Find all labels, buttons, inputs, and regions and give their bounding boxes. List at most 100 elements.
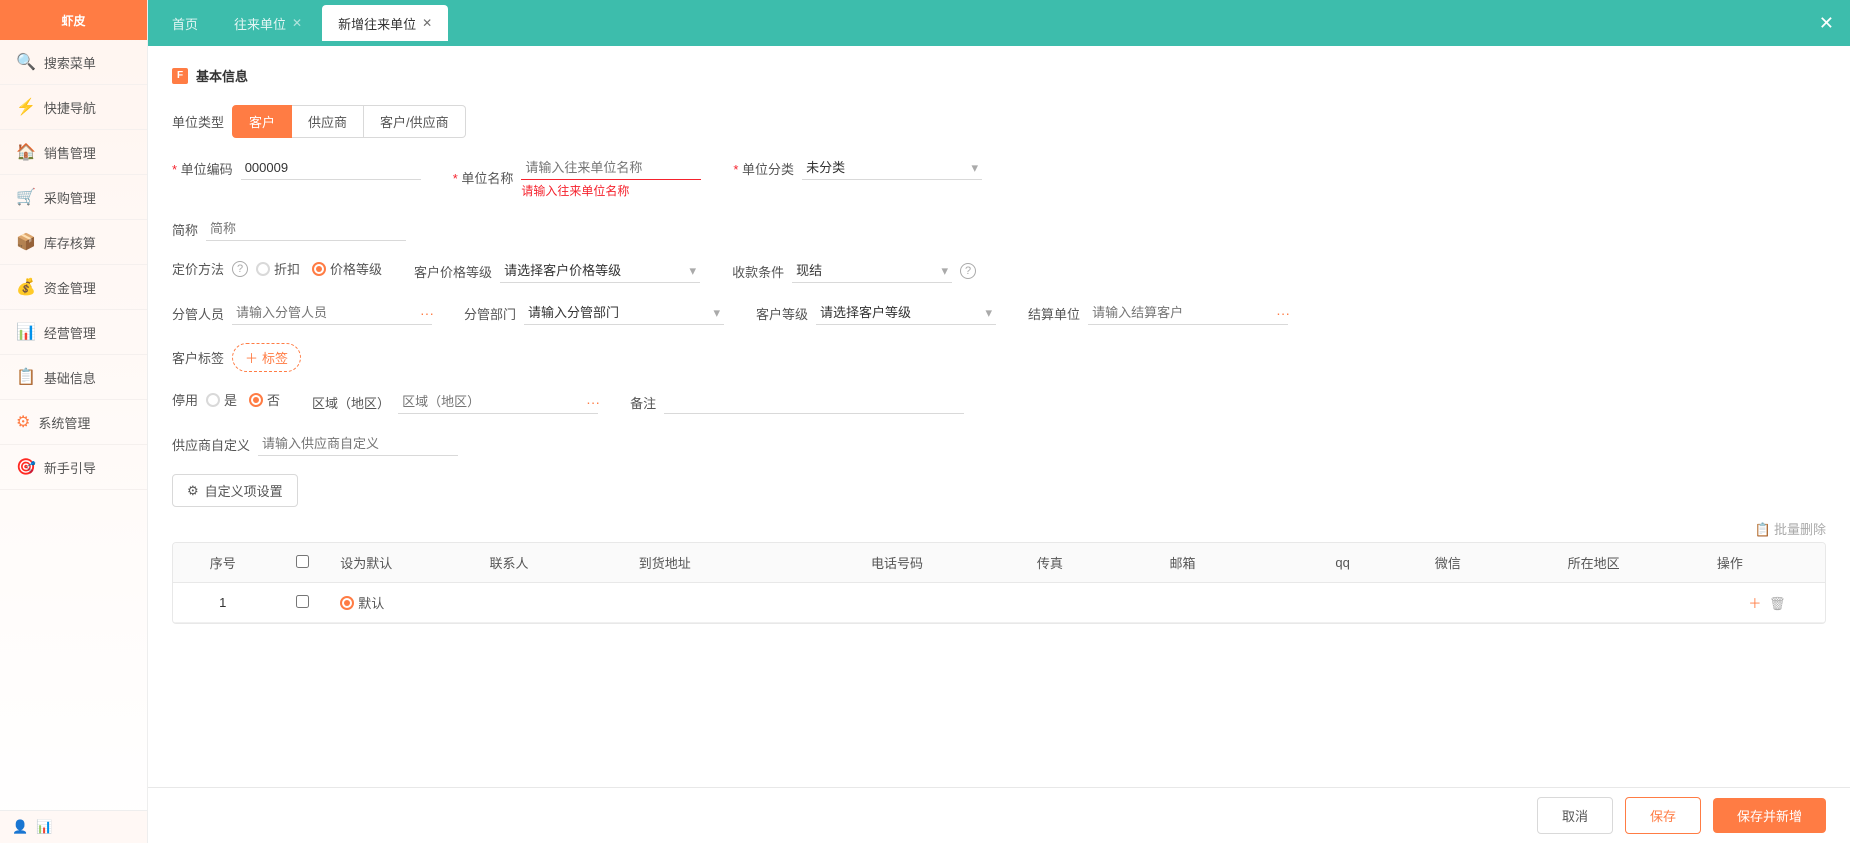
unit-code-input[interactable] <box>241 156 421 180</box>
cell-qq[interactable] <box>1327 583 1427 623</box>
delete-row-icon[interactable]: 🗑 <box>1769 596 1786 611</box>
default-radio-label: 默认 <box>358 593 384 612</box>
sidebar-item-base-info[interactable]: 📋 基础信息 <box>0 355 147 400</box>
short-name-input[interactable] <box>206 217 406 241</box>
custom-settings-button[interactable]: ⚙ 自定义项设置 <box>172 474 298 507</box>
unit-name-input-group: 请输入往来单位名称 <box>521 156 701 199</box>
settlement-unit-more-icon[interactable]: ··· <box>1272 305 1294 321</box>
base-info-icon: 📋 <box>16 367 36 387</box>
th-seq: 序号 <box>173 543 273 583</box>
unit-code-label: 单位编码 <box>172 159 233 178</box>
select-all-checkbox[interactable] <box>296 555 309 568</box>
customer-tag-label: 客户标签 <box>172 348 224 367</box>
customer-price-level-select[interactable]: 请选择客户价格等级 <box>500 259 700 283</box>
form-group-payment-terms: 收款条件 现结 ? <box>732 259 976 283</box>
sidebar-item-purchase[interactable]: 🛒 采购管理 <box>0 175 147 220</box>
sidebar-item-finance[interactable]: 💰 资金管理 <box>0 265 147 310</box>
disabled-yes-radio[interactable]: 是 <box>206 390 237 409</box>
bar-icon: 📊 <box>36 819 52 835</box>
tab-new-transaction[interactable]: 新增往来单位 ✕ <box>322 5 448 41</box>
unit-type-customer-btn[interactable]: 客户 <box>232 105 292 138</box>
th-checkbox[interactable] <box>273 543 333 583</box>
supervisor-input[interactable] <box>232 301 416 324</box>
qq-input[interactable] <box>1335 595 1419 610</box>
sidebar-item-inventory[interactable]: 📦 库存核算 <box>0 220 147 265</box>
phone-input[interactable] <box>871 595 1021 610</box>
form-group-unit-code: 单位编码 <box>172 156 421 180</box>
region-more-icon[interactable]: ··· <box>582 394 604 410</box>
cell-checkbox[interactable] <box>273 583 333 623</box>
cancel-button[interactable]: 取消 <box>1537 797 1613 834</box>
wechat-input[interactable] <box>1435 595 1552 610</box>
customer-level-select[interactable]: 请选择客户等级 <box>816 301 996 325</box>
payment-terms-select-wrapper: 现结 <box>792 259 952 283</box>
cell-region[interactable] <box>1560 583 1709 623</box>
row-checkbox[interactable] <box>296 595 309 608</box>
batch-delete-label[interactable]: 批量删除 <box>1774 522 1826 537</box>
pricing-method-help-icon[interactable]: ? <box>232 261 248 277</box>
section-title-text: 基本信息 <box>196 66 248 85</box>
sidebar-item-sales[interactable]: 🏠 销售管理 <box>0 130 147 175</box>
customer-price-level-label: 客户价格等级 <box>414 262 492 281</box>
supervisor-more-icon[interactable]: ··· <box>416 305 438 321</box>
payment-terms-help-icon[interactable]: ? <box>960 263 976 279</box>
dept-select[interactable]: 请输入分管部门 <box>524 301 724 325</box>
cell-fax[interactable] <box>1029 583 1162 623</box>
remarks-input[interactable] <box>664 390 964 414</box>
window-close-button[interactable]: ✕ <box>1811 13 1842 34</box>
add-tag-button[interactable]: ＋ 标签 <box>232 343 301 372</box>
cell-email[interactable] <box>1162 583 1328 623</box>
form-row-unit-type: 单位类型 客户 供应商 客户/供应商 <box>172 105 1826 138</box>
pricing-level-radio[interactable]: 价格等级 <box>312 259 382 278</box>
sidebar-item-sys-mgmt[interactable]: ⚙ 系统管理 <box>0 400 147 445</box>
unit-type-supplier-btn[interactable]: 供应商 <box>292 105 364 138</box>
cell-phone[interactable] <box>863 583 1029 623</box>
sidebar-item-label: 新手引导 <box>44 458 96 477</box>
email-input[interactable] <box>1170 595 1320 610</box>
customer-level-label: 客户等级 <box>756 304 808 323</box>
sidebar-item-quick-nav[interactable]: ⚡ 快捷导航 <box>0 85 147 130</box>
address-input[interactable] <box>639 595 855 610</box>
settlement-unit-input-wrapper: ··· <box>1088 301 1288 325</box>
quick-nav-icon: ⚡ <box>16 97 36 117</box>
tab-transactions[interactable]: 往来单位 ✕ <box>218 5 318 41</box>
sidebar: 虾皮 🔍 搜索菜单 ⚡ 快捷导航 🏠 销售管理 🛒 采购管理 📦 库存核算 💰 … <box>0 0 148 843</box>
region-input[interactable] <box>398 390 582 413</box>
tab-home[interactable]: 首页 <box>156 5 214 41</box>
pricing-method-label: 定价方法 <box>172 259 224 278</box>
tab-new-transaction-close[interactable]: ✕ <box>422 16 432 30</box>
tab-transactions-close[interactable]: ✕ <box>292 16 302 30</box>
fax-input[interactable] <box>1037 595 1154 610</box>
supplier-custom-input[interactable] <box>258 432 458 456</box>
contact-input[interactable] <box>489 595 622 610</box>
unit-category-select[interactable]: 未分类 <box>802 156 982 180</box>
add-row-icon[interactable]: ＋ <box>1748 596 1761 611</box>
sidebar-item-label: 销售管理 <box>44 143 96 162</box>
cell-region-input[interactable] <box>1568 595 1701 610</box>
sidebar-item-search[interactable]: 🔍 搜索菜单 <box>0 40 147 85</box>
cell-wechat[interactable] <box>1427 583 1560 623</box>
unit-type-both-btn[interactable]: 客户/供应商 <box>364 105 466 138</box>
disabled-no-circle <box>249 393 263 407</box>
cell-address[interactable] <box>631 583 863 623</box>
save-new-button[interactable]: 保存并新增 <box>1713 798 1826 833</box>
sidebar-item-operations[interactable]: 📊 经营管理 <box>0 310 147 355</box>
save-button[interactable]: 保存 <box>1625 797 1701 834</box>
form-row-supervisor: 分管人员 ··· 分管部门 请输入分管部门 客户等级 请选择客户等 <box>172 301 1826 325</box>
sidebar-item-label: 系统管理 <box>38 413 90 432</box>
default-radio-item[interactable]: 默认 <box>340 593 473 612</box>
form-group-unit-name: 单位名称 请输入往来单位名称 <box>453 156 702 199</box>
level-radio-circle <box>312 262 326 276</box>
cell-contact[interactable] <box>481 583 630 623</box>
th-address: 到货地址 <box>631 543 863 583</box>
th-region: 所在地区 <box>1560 543 1709 583</box>
table-header: 序号 设为默认 联系人 到货地址 电话号码 传真 邮箱 qq 微信 所在地区 操… <box>173 543 1825 583</box>
pricing-discount-radio[interactable]: 折扣 <box>256 259 300 278</box>
unit-name-input[interactable] <box>521 156 701 180</box>
dept-label: 分管部门 <box>464 304 516 323</box>
sidebar-item-new-guide[interactable]: 🎯 新手引导 <box>0 445 147 490</box>
discount-radio-label: 折扣 <box>274 259 300 278</box>
disabled-no-radio[interactable]: 否 <box>249 390 280 409</box>
payment-terms-select[interactable]: 现结 <box>792 259 952 283</box>
settlement-unit-input[interactable] <box>1088 301 1272 324</box>
